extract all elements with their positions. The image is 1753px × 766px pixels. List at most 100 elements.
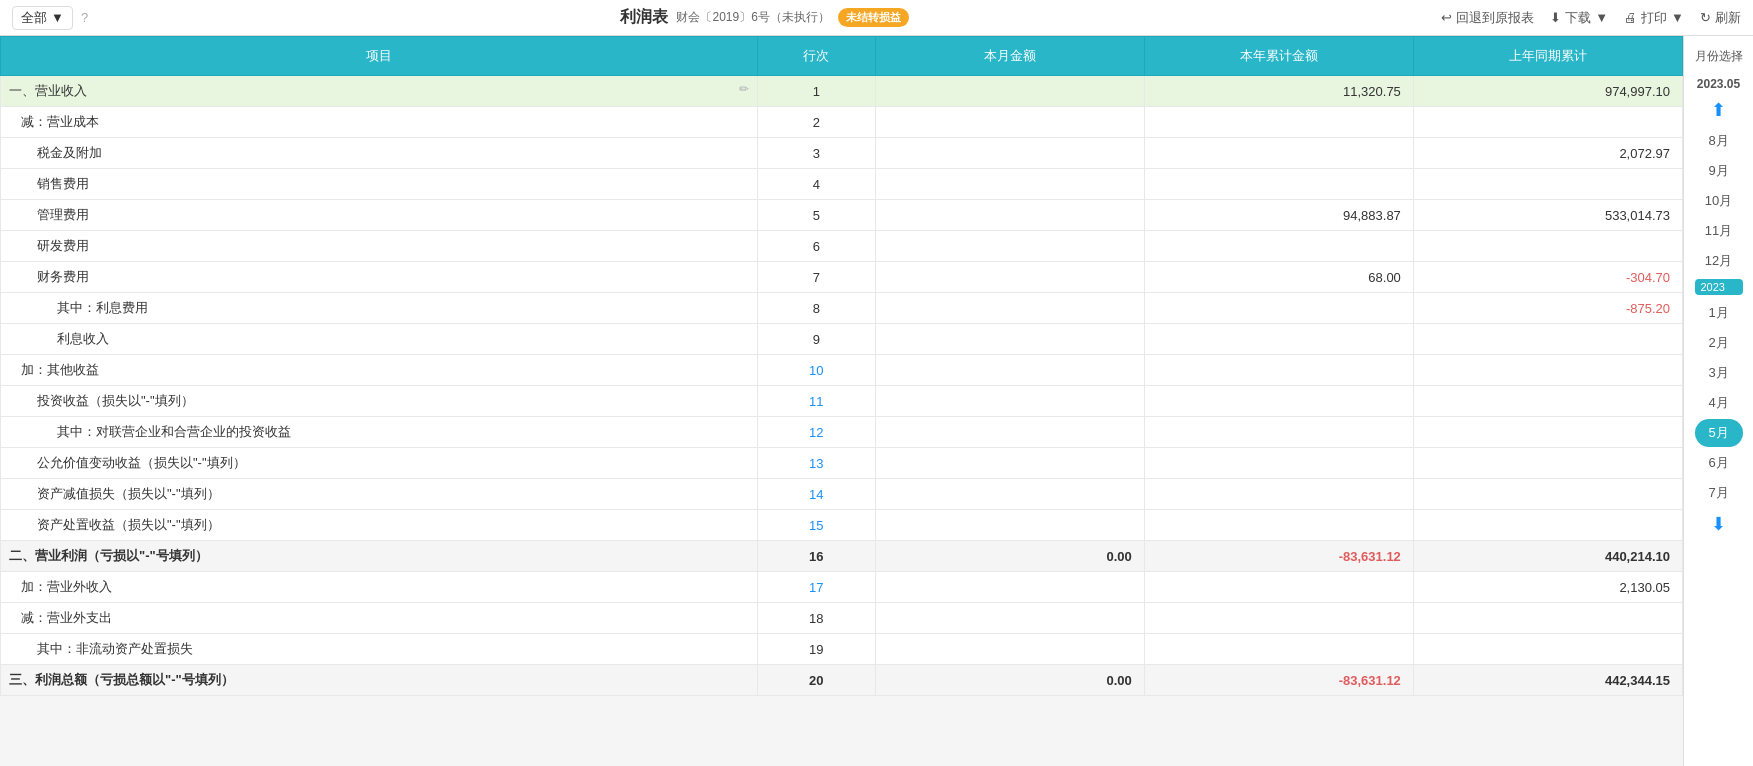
table-row-prev: 2,072.97 (1413, 138, 1682, 169)
main-container: 全部 ▼ ? 利润表 财会〔2019〕6号（未执行） 未结转损益 ↩ 回退到原报… (0, 0, 1753, 766)
scope-down-icon: ▼ (51, 10, 64, 25)
table-row-item: 其中：非流动资产处置损失 (1, 634, 758, 665)
table-row-item: 财务费用 (1, 262, 758, 293)
print-arrow-icon: ▼ (1671, 10, 1684, 25)
table-row-month (875, 355, 1144, 386)
table-row-prev (1413, 386, 1682, 417)
table-row-year (1144, 231, 1413, 262)
table-row-number: 11 (757, 386, 875, 417)
col-header-item: 项目 (1, 37, 758, 76)
month-item-2月[interactable]: 2月 (1695, 329, 1743, 357)
table-row-month (875, 448, 1144, 479)
table-row-item: 管理费用 (1, 200, 758, 231)
month-item-3月[interactable]: 3月 (1695, 359, 1743, 387)
table-area: 项目 行次 本月金额 本年累计金额 上年同期累计 一、营业收入✏111,320.… (0, 36, 1683, 766)
table-row-year (1144, 324, 1413, 355)
table-row-month (875, 76, 1144, 107)
month-item-1月[interactable]: 1月 (1695, 299, 1743, 327)
table-row-prev: -304.70 (1413, 262, 1682, 293)
month-item-8月[interactable]: 8月 (1695, 127, 1743, 155)
table-row-year (1144, 572, 1413, 603)
month-item-6月[interactable]: 6月 (1695, 449, 1743, 477)
table-row-number: 5 (757, 200, 875, 231)
table-row-number: 13 (757, 448, 875, 479)
table-row-prev (1413, 448, 1682, 479)
print-button[interactable]: 🖨 打印 ▼ (1624, 9, 1684, 27)
help-icon[interactable]: ? (81, 10, 88, 25)
col-header-year: 本年累计金额 (1144, 37, 1413, 76)
table-row-prev: 442,344.15 (1413, 665, 1682, 696)
table-row-year (1144, 138, 1413, 169)
scope-selector[interactable]: 全部 ▼ (12, 6, 73, 30)
month-item-5月[interactable]: 5月 (1695, 419, 1743, 447)
table-row-item: 加：其他收益 (1, 355, 758, 386)
table-row-month (875, 386, 1144, 417)
table-row-number: 4 (757, 169, 875, 200)
table-row-year (1144, 634, 1413, 665)
back-icon: ↩ (1441, 10, 1452, 25)
table-row-number: 14 (757, 479, 875, 510)
table-row-item: 其中：对联营企业和合营企业的投资收益 (1, 417, 758, 448)
table-row-month (875, 293, 1144, 324)
refresh-button[interactable]: ↻ 刷新 (1700, 9, 1741, 27)
table-row-month (875, 417, 1144, 448)
table-row-prev (1413, 603, 1682, 634)
back-button[interactable]: ↩ 回退到原报表 (1441, 9, 1534, 27)
table-row-item: 一、营业收入✏ (1, 76, 758, 107)
table-row-item: 利息收入 (1, 324, 758, 355)
table-row-number: 17 (757, 572, 875, 603)
table-row-month: 0.00 (875, 541, 1144, 572)
table-row-month (875, 138, 1144, 169)
table-row-number: 19 (757, 634, 875, 665)
table-row-item: 研发费用 (1, 231, 758, 262)
table-row-month: 0.00 (875, 665, 1144, 696)
table-row-number: 6 (757, 231, 875, 262)
table-row-prev (1413, 634, 1682, 665)
table-row-month (875, 572, 1144, 603)
page-title: 利润表 (620, 7, 668, 28)
table-row-year (1144, 107, 1413, 138)
table-row-number: 3 (757, 138, 875, 169)
profit-table: 项目 行次 本月金额 本年累计金额 上年同期累计 一、营业收入✏111,320.… (0, 36, 1683, 696)
table-row-number: 16 (757, 541, 875, 572)
table-row-month (875, 107, 1144, 138)
next-arrow[interactable]: ⬇ (1711, 513, 1726, 535)
prev-arrow[interactable]: ⬆ (1711, 99, 1726, 121)
table-row-year (1144, 293, 1413, 324)
sidebar-title: 月份选择 (1691, 44, 1747, 69)
table-row-item: 资产减值损失（损失以"-"填列） (1, 479, 758, 510)
year-badge: 2023 (1695, 279, 1743, 295)
table-row-month (875, 262, 1144, 293)
table-row-number: 10 (757, 355, 875, 386)
table-row-month (875, 324, 1144, 355)
table-row-prev (1413, 417, 1682, 448)
scope-label: 全部 (21, 9, 47, 27)
table-row-prev (1413, 510, 1682, 541)
month-item-10月[interactable]: 10月 (1695, 187, 1743, 215)
month-list: 8月9月10月11月12月 2023 1月2月3月4月5月6月7月 (1695, 125, 1743, 509)
table-row-prev: 440,214.10 (1413, 541, 1682, 572)
header-title-area: 利润表 财会〔2019〕6号（未执行） 未结转损益 (620, 7, 908, 28)
table-row-month (875, 200, 1144, 231)
month-item-9月[interactable]: 9月 (1695, 157, 1743, 185)
table-row-item: 其中：利息费用 (1, 293, 758, 324)
month-sidebar: 月份选择 2023.05 ⬆ 8月9月10月11月12月20231月2月3月4月… (1683, 36, 1753, 766)
col-header-prev: 上年同期累计 (1413, 37, 1682, 76)
month-item-11月[interactable]: 11月 (1695, 217, 1743, 245)
table-row-year: -83,631.12 (1144, 665, 1413, 696)
table-row-prev (1413, 479, 1682, 510)
table-row-number: 12 (757, 417, 875, 448)
table-row-number: 9 (757, 324, 875, 355)
month-item-4月[interactable]: 4月 (1695, 389, 1743, 417)
table-row-number: 7 (757, 262, 875, 293)
month-item-7月[interactable]: 7月 (1695, 479, 1743, 507)
download-button[interactable]: ⬇ 下载 ▼ (1550, 9, 1608, 27)
edit-icon[interactable]: ✏ (739, 82, 749, 96)
table-row-item: 税金及附加 (1, 138, 758, 169)
month-item-12月[interactable]: 12月 (1695, 247, 1743, 275)
table-row-year (1144, 448, 1413, 479)
table-row-number: 18 (757, 603, 875, 634)
table-row-prev: 533,014.73 (1413, 200, 1682, 231)
table-row-year (1144, 386, 1413, 417)
table-row-year (1144, 417, 1413, 448)
